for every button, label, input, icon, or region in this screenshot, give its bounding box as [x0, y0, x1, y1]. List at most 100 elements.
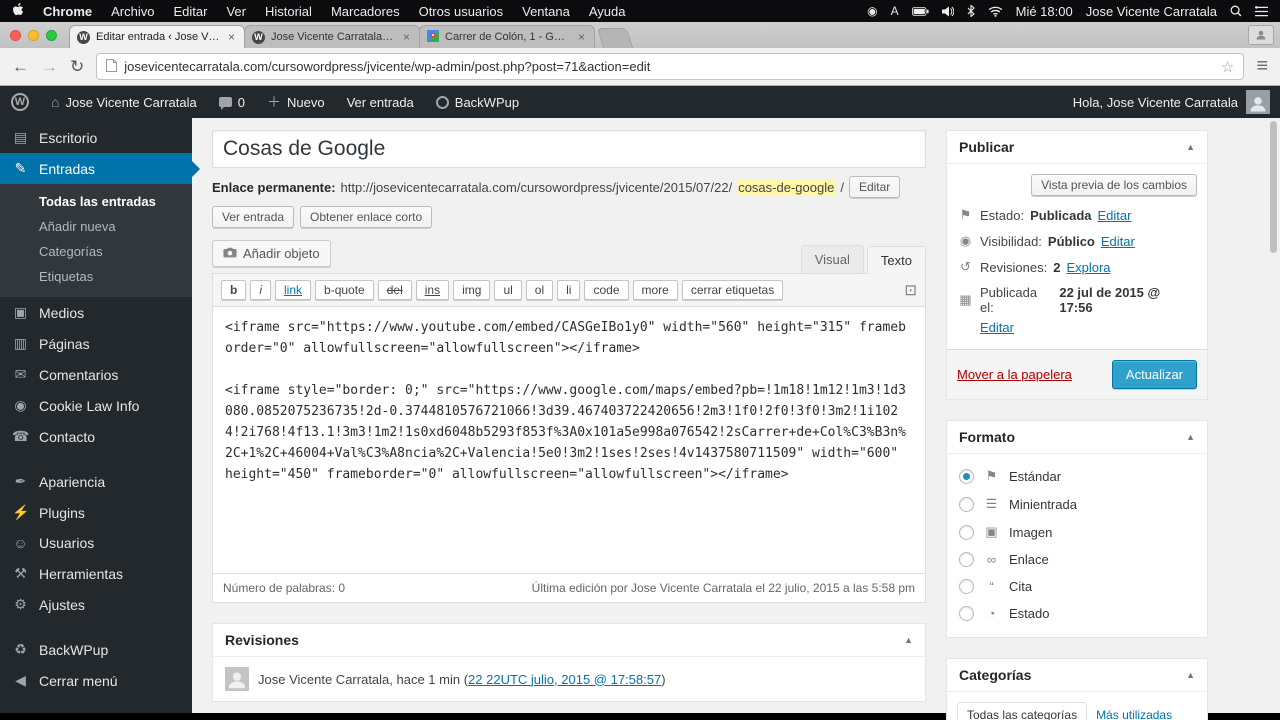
minimize-button[interactable]: [28, 30, 39, 41]
input-source-icon[interactable]: A: [891, 4, 899, 18]
revisions-header[interactable]: Revisiones ▲: [213, 624, 925, 657]
sidebar-item-escritorio[interactable]: ▤ Escritorio: [0, 122, 192, 153]
tab-most-used[interactable]: Más utilizadas: [1087, 703, 1181, 720]
sidebar-item-comentarios[interactable]: ✉ Comentarios: [0, 359, 192, 390]
adminbar-my-account[interactable]: Hola, Jose Vicente Carratala: [1073, 95, 1238, 110]
post-content-textarea[interactable]: <iframe src="https://www.youtube.com/emb…: [213, 307, 925, 573]
wp-logo[interactable]: W: [0, 86, 40, 118]
qt-ins-button[interactable]: ins: [415, 280, 450, 300]
qt-more-button[interactable]: more: [632, 280, 678, 300]
sidebar-item-cerrar-menu[interactable]: ◀ Cerrar menú: [0, 665, 192, 696]
revision-date-link[interactable]: 22 22UTC julio, 2015 @ 17:58:57: [468, 672, 661, 687]
sidebar-item-usuarios[interactable]: ☺ Usuarios: [0, 528, 192, 558]
qt-close-tags-button[interactable]: cerrar etiquetas: [681, 280, 784, 300]
sidebar-item-backwpup[interactable]: ♻ BackWPup: [0, 634, 192, 665]
bookmark-star-icon[interactable]: ☆: [1221, 58, 1234, 76]
volume-icon[interactable]: [941, 6, 954, 17]
format-option-imagen[interactable]: ▣ Imagen: [947, 518, 1207, 546]
adminbar-view-post[interactable]: Ver entrada: [336, 86, 425, 118]
menu-otros-usuarios[interactable]: Otros usuarios: [419, 4, 504, 19]
toggle-arrow-icon[interactable]: ▲: [904, 635, 913, 645]
menu-ventana[interactable]: Ventana: [522, 4, 570, 19]
submenu-categorias[interactable]: Categorías: [0, 239, 192, 264]
menu-historial[interactable]: Historial: [265, 4, 312, 19]
edit-slug-button[interactable]: Editar: [848, 176, 901, 198]
sidebar-item-ajustes[interactable]: ⚙ Ajustes: [0, 589, 192, 620]
format-option-estandar[interactable]: ⚑ Estándar: [947, 462, 1207, 490]
permalink-slug[interactable]: cosas-de-google: [737, 179, 836, 195]
tab-texto[interactable]: Texto: [866, 246, 926, 274]
qt-li-button[interactable]: li: [557, 280, 581, 300]
submenu-todas-las-entradas[interactable]: Todas las entradas: [0, 189, 192, 214]
address-bar[interactable]: josevicentecarratala.com/cursowordpress/…: [96, 53, 1245, 80]
adminbar-site-name[interactable]: ⌂ Jose Vicente Carratala: [40, 86, 208, 118]
post-title-input[interactable]: Cosas de Google: [212, 130, 926, 168]
menu-ver[interactable]: Ver: [226, 4, 246, 19]
tab-close-icon[interactable]: ×: [576, 30, 587, 44]
tab-close-icon[interactable]: ×: [226, 30, 237, 44]
edit-visibility-link[interactable]: Editar: [1101, 234, 1135, 249]
new-tab-button[interactable]: [596, 28, 634, 48]
sidebar-item-plugins[interactable]: ⚡ Plugins: [0, 497, 192, 528]
view-post-button[interactable]: Ver entrada: [212, 206, 295, 228]
wifi-icon[interactable]: [988, 6, 1003, 17]
sidebar-item-herramientas[interactable]: ⚒ Herramientas: [0, 558, 192, 589]
qt-blockquote-button[interactable]: b-quote: [315, 280, 374, 300]
radio[interactable]: [959, 579, 974, 594]
add-media-button[interactable]: Añadir objeto: [212, 240, 331, 267]
tab-editar-entrada[interactable]: W Editar entrada ‹ Jose Vicen ×: [69, 25, 245, 48]
format-option-cita[interactable]: “ Cita: [947, 573, 1207, 600]
qt-bold-button[interactable]: b: [221, 280, 247, 300]
screen-record-icon[interactable]: ◉: [867, 4, 877, 18]
format-option-estado[interactable]: ◔ Estado: [947, 600, 1207, 627]
menu-editar[interactable]: Editar: [173, 4, 207, 19]
edit-status-link[interactable]: Editar: [1098, 208, 1132, 223]
qt-ol-button[interactable]: ol: [525, 280, 554, 300]
sidebar-item-apariencia[interactable]: ✒ Apariencia: [0, 466, 192, 497]
zoom-button[interactable]: [46, 30, 57, 41]
bluetooth-icon[interactable]: [967, 5, 975, 17]
spotlight-icon[interactable]: [1230, 5, 1242, 17]
format-option-minientrada[interactable]: ☰ Minientrada: [947, 490, 1207, 518]
menubar-user[interactable]: Jose Vicente Carratala: [1086, 4, 1217, 19]
qt-ul-button[interactable]: ul: [494, 280, 522, 300]
tab-close-icon[interactable]: ×: [401, 30, 412, 44]
toggle-arrow-icon[interactable]: ▲: [1186, 670, 1195, 680]
qt-link-button[interactable]: link: [275, 280, 312, 300]
submenu-anadir-nueva[interactable]: Añadir nueva: [0, 214, 192, 239]
page-scrollbar[interactable]: [1270, 121, 1277, 253]
notification-center-icon[interactable]: [1255, 5, 1268, 17]
sidebar-item-paginas[interactable]: ▥ Páginas: [0, 328, 192, 359]
radio-selected[interactable]: [959, 468, 974, 484]
tab-google-maps[interactable]: Carrer de Colón, 1 - Goog ×: [419, 25, 595, 48]
radio[interactable]: [959, 496, 974, 512]
menu-marcadores[interactable]: Marcadores: [331, 4, 400, 19]
reload-button[interactable]: ↻: [70, 58, 84, 75]
back-button[interactable]: ←: [12, 58, 29, 75]
sidebar-item-cookie-law-info[interactable]: ◉ Cookie Law Info: [0, 390, 192, 421]
move-to-trash-link[interactable]: Mover a la papelera: [957, 367, 1072, 382]
radio[interactable]: [959, 524, 974, 540]
edit-date-link[interactable]: Editar: [980, 320, 1014, 335]
apple-menu-icon[interactable]: [12, 2, 24, 20]
get-shortlink-button[interactable]: Obtener enlace corto: [300, 206, 433, 228]
battery-icon[interactable]: [911, 6, 929, 16]
toggle-arrow-icon[interactable]: ▲: [1186, 432, 1195, 442]
adminbar-comments[interactable]: 0: [208, 86, 256, 118]
sidebar-item-contacto[interactable]: ☎ Contacto: [0, 421, 192, 452]
qt-italic-button[interactable]: i: [250, 280, 272, 300]
qt-img-button[interactable]: img: [453, 280, 491, 300]
qt-code-button[interactable]: code: [584, 280, 629, 300]
profile-button[interactable]: [1248, 25, 1274, 45]
forward-button[interactable]: →: [41, 58, 58, 75]
radio[interactable]: [959, 552, 974, 567]
browse-revisions-link[interactable]: Explora: [1066, 260, 1110, 275]
toggle-arrow-icon[interactable]: ▲: [1186, 142, 1195, 152]
preview-changes-button[interactable]: Vista previa de los cambios: [1031, 174, 1197, 196]
menu-chrome[interactable]: Chrome: [43, 4, 92, 19]
adminbar-new[interactable]: ＋ Nuevo: [256, 86, 336, 118]
tab-site-front[interactable]: W Jose Vicente Carratala | Pr ×: [244, 25, 420, 48]
tab-visual[interactable]: Visual: [800, 245, 864, 273]
sidebar-item-entradas[interactable]: ✎ Entradas: [0, 153, 192, 184]
menubar-clock[interactable]: Mié 18:00: [1016, 4, 1073, 19]
